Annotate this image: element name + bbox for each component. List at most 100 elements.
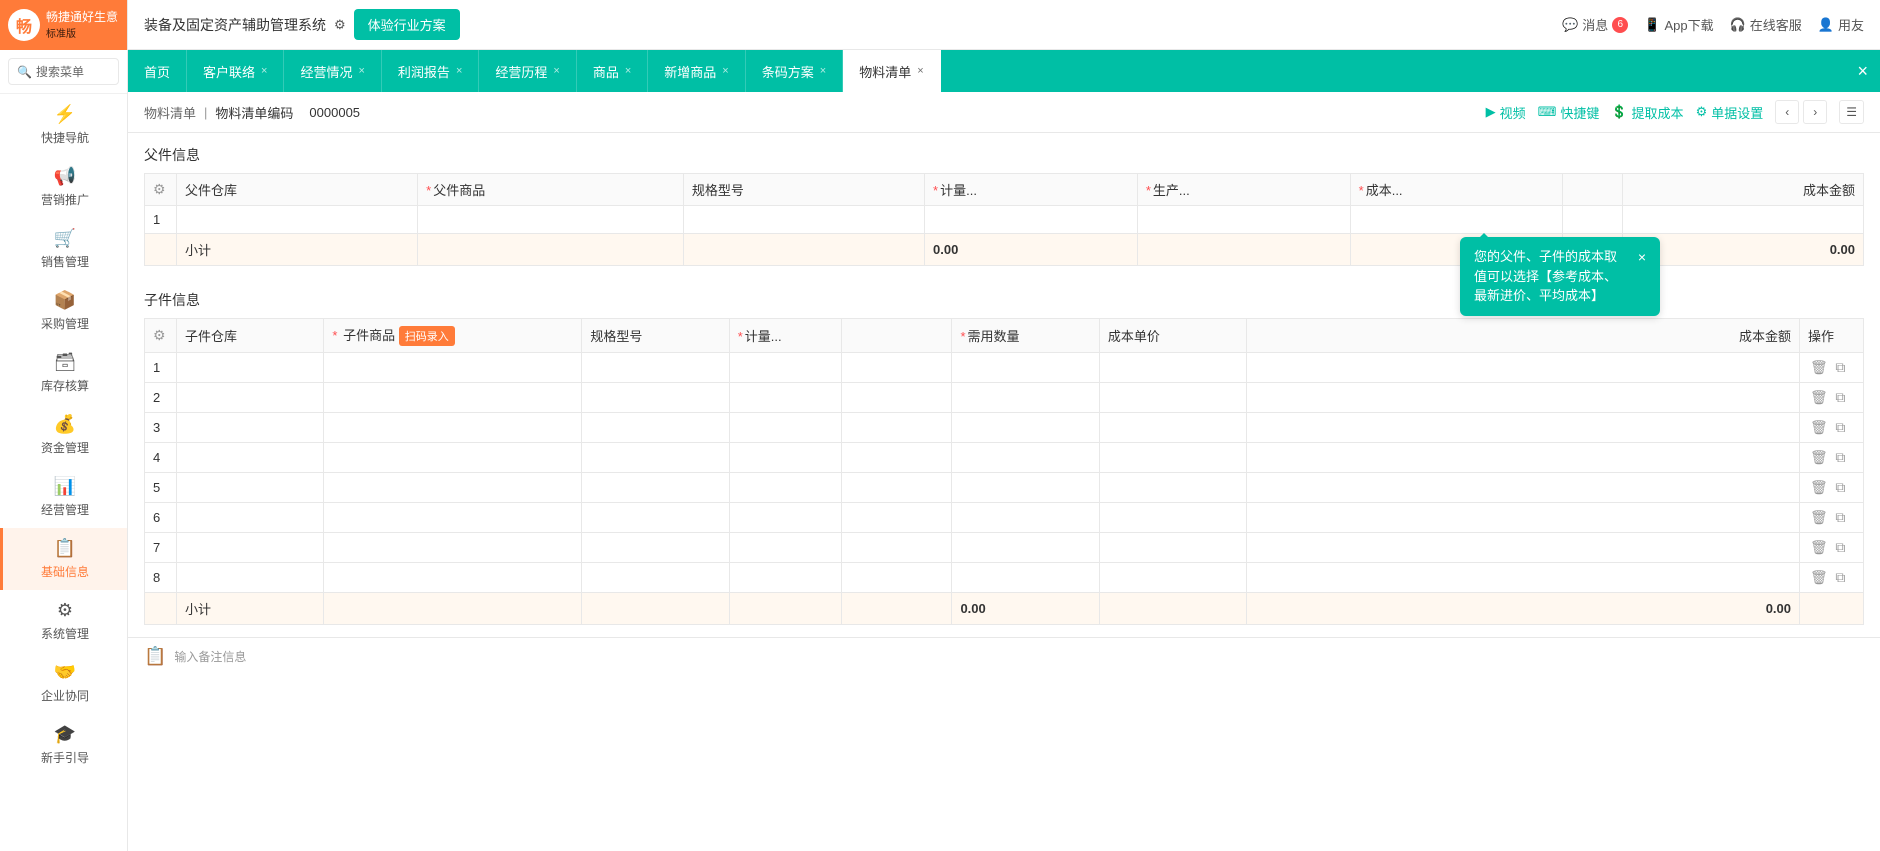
sidebar-item-purchase[interactable]: 📦 采购管理 — [0, 280, 127, 342]
parent-settings-gear[interactable]: ⚙ — [153, 181, 166, 197]
child-row-8-unit[interactable] — [729, 563, 841, 593]
child-row-7-unit[interactable] — [729, 533, 841, 563]
message-button[interactable]: 💬 消息 6 — [1562, 15, 1628, 34]
child-row-3-copy[interactable]: ⧉ — [1835, 419, 1845, 435]
tab-home[interactable]: 首页 — [128, 50, 187, 92]
child-row-5-copy[interactable]: ⧉ — [1835, 479, 1845, 495]
tab-history-close[interactable]: × — [553, 65, 559, 77]
extract-cost-button[interactable]: 💲 提取成本 — [1611, 103, 1683, 122]
parent-row-1-unit[interactable] — [925, 206, 1138, 234]
child-row-6-warehouse[interactable] — [177, 503, 324, 533]
tab-history[interactable]: 经营历程 × — [479, 50, 576, 92]
child-row-3-delete[interactable]: 🗑 — [1810, 419, 1828, 435]
parent-row-1-produce[interactable] — [1137, 206, 1350, 234]
tab-barcode-close[interactable]: × — [820, 65, 826, 77]
child-row-5-delete[interactable]: 🗑 — [1810, 479, 1828, 495]
child-row-5-unit[interactable] — [729, 473, 841, 503]
online-service-button[interactable]: 🎧 在线客服 — [1730, 15, 1802, 34]
system-settings-button[interactable]: ⚙ — [334, 17, 346, 33]
child-row-2-unit-cost[interactable] — [1099, 383, 1246, 413]
app-download-button[interactable]: 📱 App下载 — [1644, 15, 1713, 34]
child-row-2-warehouse[interactable] — [177, 383, 324, 413]
child-row-5-unit-cost[interactable] — [1099, 473, 1246, 503]
child-row-4-unit-cost[interactable] — [1099, 443, 1246, 473]
child-row-7-delete[interactable]: 🗑 — [1810, 539, 1828, 555]
child-row-6-qty[interactable] — [952, 503, 1099, 533]
child-row-6-unit[interactable] — [729, 503, 841, 533]
tab-customer[interactable]: 客户联络 × — [187, 50, 284, 92]
tab-product-close[interactable]: × — [625, 65, 631, 77]
parent-row-1-product[interactable] — [418, 206, 684, 234]
child-row-6-unit-cost[interactable] — [1099, 503, 1246, 533]
prev-page-button[interactable]: ‹ — [1775, 100, 1799, 124]
sidebar-item-quicknav[interactable]: ⚡ 快捷导航 — [0, 94, 127, 156]
child-row-4-qty[interactable] — [952, 443, 1099, 473]
child-row-7-warehouse[interactable] — [177, 533, 324, 563]
parent-row-1-spec[interactable] — [683, 206, 924, 234]
child-row-2-spec[interactable] — [582, 383, 729, 413]
child-row-8-product[interactable] — [324, 563, 582, 593]
child-row-7-unit-cost[interactable] — [1099, 533, 1246, 563]
tab-new-product[interactable]: 新增商品 × — [648, 50, 745, 92]
parent-row-1-cost[interactable] — [1350, 206, 1563, 234]
child-row-4-copy[interactable]: ⧉ — [1835, 449, 1845, 465]
child-row-2-product[interactable] — [324, 383, 582, 413]
tab-operations-close[interactable]: × — [358, 65, 364, 77]
child-row-5-spec[interactable] — [582, 473, 729, 503]
child-row-6-spec[interactable] — [582, 503, 729, 533]
tab-bom-close[interactable]: × — [917, 65, 923, 77]
child-row-1-unit-cost[interactable] — [1099, 353, 1246, 383]
child-row-8-spec[interactable] — [582, 563, 729, 593]
search-menu-button[interactable]: 🔍 搜索菜单 — [8, 58, 119, 85]
scan-input-button[interactable]: 扫码录入 — [399, 326, 455, 346]
child-row-7-qty[interactable] — [952, 533, 1099, 563]
user-menu-button[interactable]: 👤 用友 — [1818, 15, 1864, 34]
child-row-6-copy[interactable]: ⧉ — [1835, 509, 1845, 525]
child-row-8-unit-cost[interactable] — [1099, 563, 1246, 593]
sidebar-item-guide[interactable]: 🎓 新手引导 — [0, 714, 127, 776]
child-row-4-warehouse[interactable] — [177, 443, 324, 473]
child-row-8-warehouse[interactable] — [177, 563, 324, 593]
child-row-2-delete[interactable]: 🗑 — [1810, 389, 1828, 405]
list-view-button[interactable]: ☰ — [1839, 100, 1864, 124]
child-row-3-spec[interactable] — [582, 413, 729, 443]
child-row-6-delete[interactable]: 🗑 — [1810, 509, 1828, 525]
child-row-8-qty[interactable] — [952, 563, 1099, 593]
child-row-4-product[interactable] — [324, 443, 582, 473]
sidebar-item-sales[interactable]: 🛒 销售管理 — [0, 218, 127, 280]
tab-product[interactable]: 商品 × — [577, 50, 648, 92]
view-video-button[interactable]: ▶ 视频 — [1486, 103, 1526, 122]
tab-profit-close[interactable]: × — [456, 65, 462, 77]
child-row-5-product[interactable] — [324, 473, 582, 503]
child-row-3-warehouse[interactable] — [177, 413, 324, 443]
child-row-5-qty[interactable] — [952, 473, 1099, 503]
child-row-4-spec[interactable] — [582, 443, 729, 473]
child-row-7-copy[interactable]: ⧉ — [1835, 539, 1845, 555]
child-row-1-qty[interactable] — [952, 353, 1099, 383]
trial-button[interactable]: 体验行业方案 — [354, 9, 460, 40]
tab-bom[interactable]: 物料清单 × — [843, 50, 940, 92]
tooltip-close-button[interactable]: × — [1638, 247, 1646, 268]
child-row-2-qty[interactable] — [952, 383, 1099, 413]
tab-customer-close[interactable]: × — [261, 65, 267, 77]
child-row-1-copy[interactable]: ⧉ — [1835, 359, 1845, 375]
child-row-1-delete[interactable]: 🗑 — [1810, 359, 1828, 375]
close-all-tabs-button[interactable]: × — [1845, 61, 1880, 82]
child-row-5-warehouse[interactable] — [177, 473, 324, 503]
sidebar-item-enterprise[interactable]: 🤝 企业协同 — [0, 652, 127, 714]
child-row-7-spec[interactable] — [582, 533, 729, 563]
child-row-3-unit[interactable] — [729, 413, 841, 443]
tab-barcode[interactable]: 条码方案 × — [746, 50, 843, 92]
child-row-7-product[interactable] — [324, 533, 582, 563]
child-row-8-delete[interactable]: 🗑 — [1810, 569, 1828, 585]
parent-row-1-warehouse[interactable] — [177, 206, 418, 234]
sidebar-item-basics[interactable]: 📋 基础信息 — [0, 528, 127, 590]
child-row-8-copy[interactable]: ⧉ — [1835, 569, 1845, 585]
sidebar-item-marketing[interactable]: 📢 营销推广 — [0, 156, 127, 218]
next-page-button[interactable]: › — [1803, 100, 1827, 124]
child-row-1-warehouse[interactable] — [177, 353, 324, 383]
child-row-4-unit[interactable] — [729, 443, 841, 473]
shortcut-button[interactable]: ⌨ 快捷键 — [1538, 103, 1600, 122]
child-row-2-copy[interactable]: ⧉ — [1835, 389, 1845, 405]
child-row-2-unit[interactable] — [729, 383, 841, 413]
